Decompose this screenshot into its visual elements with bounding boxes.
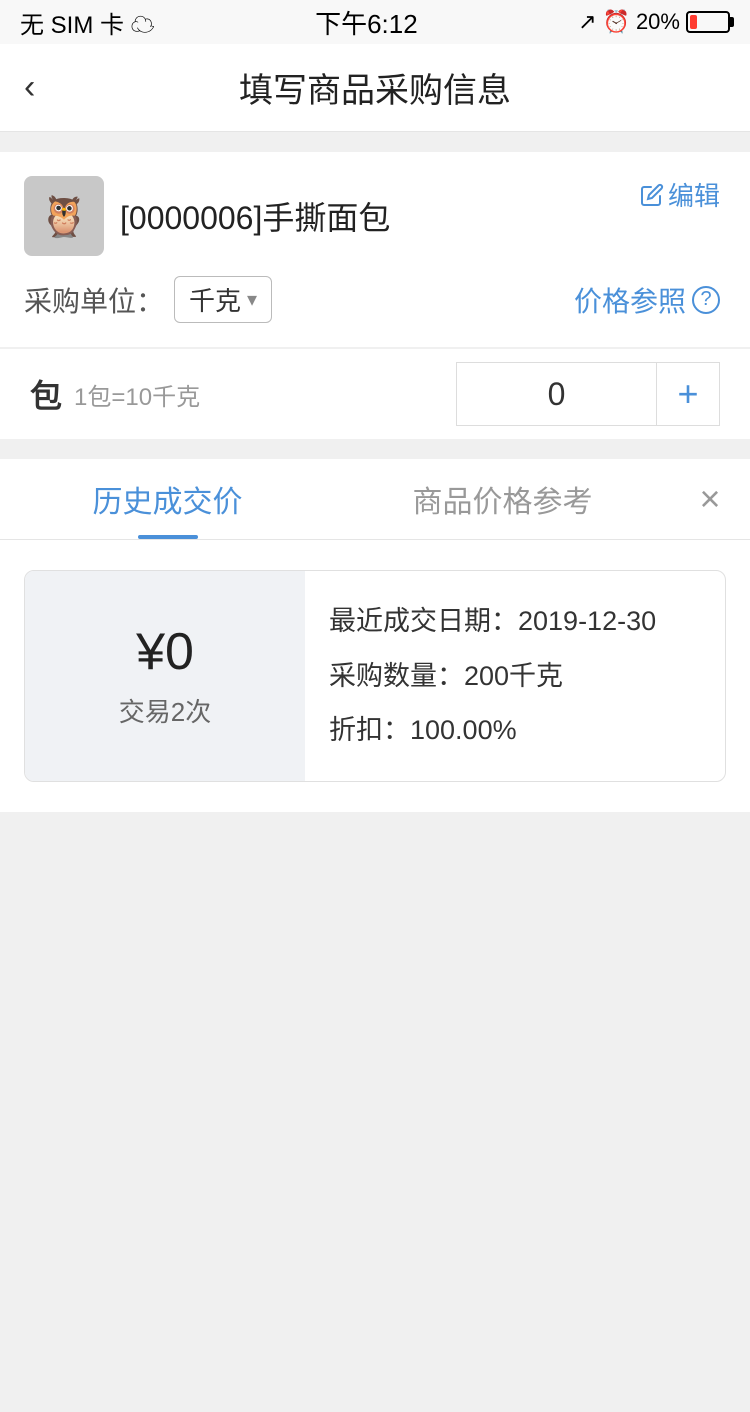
location-icon: ↗ xyxy=(578,9,596,35)
date-value: 2019-12-30 xyxy=(518,606,656,636)
history-price-value: ¥0 xyxy=(136,622,194,682)
status-time: 下午6:12 xyxy=(315,4,418,41)
quantity-row: 包 1包=10千克 + xyxy=(0,349,750,439)
unit-text: 采购单位： xyxy=(24,280,164,320)
history-discount-row: 折扣：100.00% xyxy=(329,710,701,751)
battery-icon xyxy=(686,11,730,33)
edit-icon xyxy=(640,183,664,207)
nav-bar: ‹ 填写商品采购信息 xyxy=(0,44,750,132)
edit-label: 编辑 xyxy=(668,176,720,213)
discount-label: 折扣： xyxy=(329,715,410,745)
back-button[interactable]: ‹ xyxy=(24,68,35,107)
unit-selector[interactable]: 千克 ▾ xyxy=(174,276,272,323)
unit-value: 千克 xyxy=(189,281,241,318)
edit-button[interactable]: 编辑 xyxy=(640,176,720,213)
product-top: 🦉 [0000006]手撕面包 编辑 xyxy=(24,176,720,256)
sim-label: 无 SIM 卡 ☁ xyxy=(20,5,155,40)
qty-input[interactable] xyxy=(456,362,656,426)
discount-value: 100.00% xyxy=(410,715,517,745)
qty-label: 包 1包=10千克 xyxy=(30,371,200,417)
status-left: 无 SIM 卡 ☁ xyxy=(20,5,155,40)
history-content: ¥0 交易2次 最近成交日期：2019-12-30 采购数量：200千克 折扣：… xyxy=(0,540,750,812)
qty-detail-value: 200千克 xyxy=(464,661,563,691)
date-label: 最近成交日期： xyxy=(329,606,518,636)
history-price-panel: ¥0 交易2次 xyxy=(25,571,305,781)
history-details-panel: 最近成交日期：2019-12-30 采购数量：200千克 折扣：100.00% xyxy=(305,571,725,781)
product-image: 🦉 xyxy=(24,176,104,256)
qty-input-group: + xyxy=(456,362,720,426)
status-right: ↗ ⏰ 20% xyxy=(578,9,730,35)
tabs-section: 历史成交价 商品价格参考 × ¥0 交易2次 最近成交日期：2019-12-30… xyxy=(0,459,750,812)
tab-price-ref-label: 商品价格参考 xyxy=(413,477,593,521)
page-title: 填写商品采购信息 xyxy=(239,63,511,112)
status-bar: 无 SIM 卡 ☁ 下午6:12 ↗ ⏰ 20% xyxy=(0,0,750,44)
page-bottom xyxy=(0,812,750,1412)
tab-price-reference[interactable]: 商品价格参考 xyxy=(335,459,670,539)
history-card: ¥0 交易2次 最近成交日期：2019-12-30 采购数量：200千克 折扣：… xyxy=(24,570,726,782)
qty-detail-label: 采购数量： xyxy=(329,661,464,691)
product-bottom: 采购单位： 千克 ▾ 价格参照 ? xyxy=(24,276,720,323)
history-date-row: 最近成交日期：2019-12-30 xyxy=(329,601,701,642)
history-trade-count: 交易2次 xyxy=(119,692,211,729)
price-ref-label: 价格参照 xyxy=(574,280,686,320)
product-card: 🦉 [0000006]手撕面包 编辑 采购单位： 千克 ▾ 价格参照 ? xyxy=(0,152,750,347)
tabs-header: 历史成交价 商品价格参考 × xyxy=(0,459,750,540)
price-ref-button[interactable]: 价格参照 ? xyxy=(574,280,720,320)
qty-sub: 1包=10千克 xyxy=(74,377,200,412)
product-logo-icon: 🦉 xyxy=(39,193,89,240)
qty-unit: 包 xyxy=(30,371,62,417)
unit-label: 采购单位： 千克 ▾ xyxy=(24,276,272,323)
product-left: 🦉 [0000006]手撕面包 xyxy=(24,176,390,256)
alarm-icon: ⏰ xyxy=(603,9,630,35)
battery-percent: 20% xyxy=(636,9,680,35)
tab-history-label: 历史成交价 xyxy=(93,477,243,521)
tab-history-price[interactable]: 历史成交价 xyxy=(0,459,335,539)
history-qty-row: 采购数量：200千克 xyxy=(329,656,701,697)
tab-close-button[interactable]: × xyxy=(670,459,750,539)
info-icon: ? xyxy=(692,286,720,314)
chevron-down-icon: ▾ xyxy=(247,287,257,312)
product-name: [0000006]手撕面包 xyxy=(120,193,390,239)
qty-plus-button[interactable]: + xyxy=(656,362,720,426)
